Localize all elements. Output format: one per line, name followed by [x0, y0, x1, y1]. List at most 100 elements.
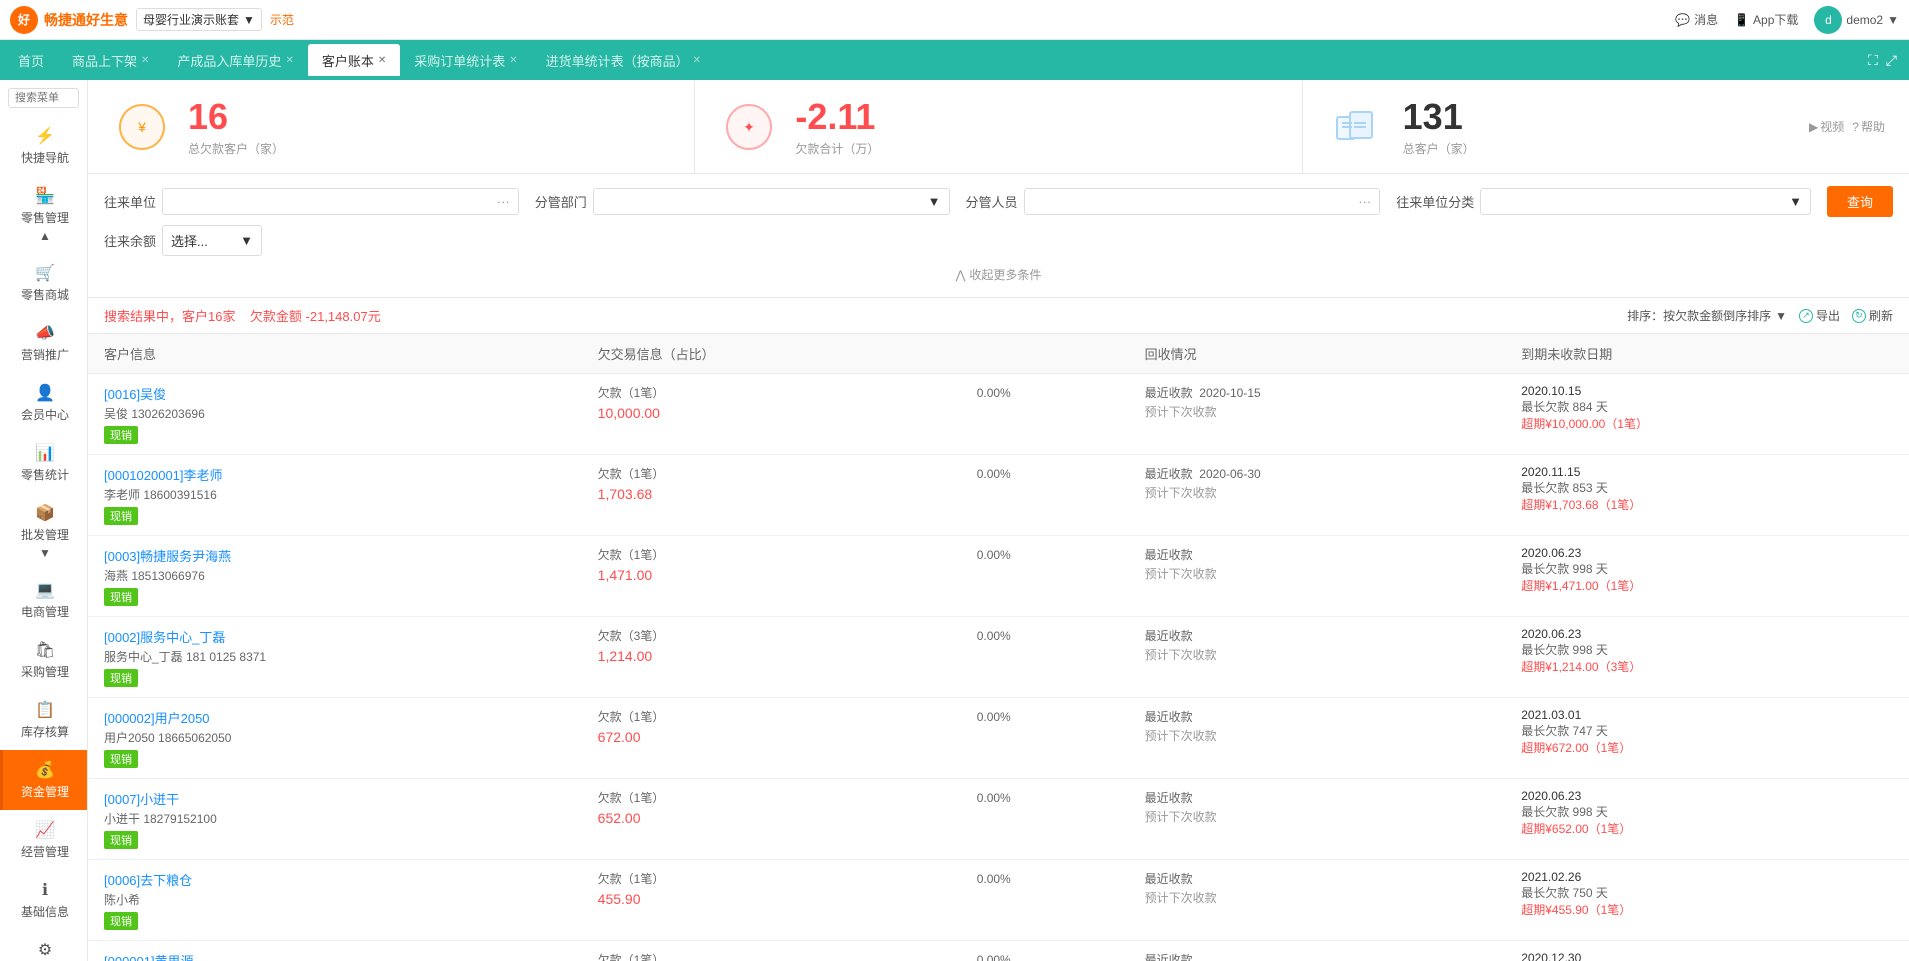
- debt-count-1: 欠款（1笔）: [598, 465, 945, 482]
- customer-name-5[interactable]: [0007]小迸干: [104, 789, 566, 808]
- tab-production-history[interactable]: 产成品入库单历史 ✕: [163, 44, 307, 76]
- customer-phone-4: 用户2050 18665062050: [104, 729, 566, 746]
- video-button[interactable]: ▶ 视频: [1809, 118, 1844, 135]
- debt-amount-1[interactable]: 1,703.68: [598, 486, 945, 502]
- customer-name-0[interactable]: [0016]吴俊: [104, 384, 566, 403]
- sidebar-item-finance[interactable]: 💰 资金管理: [0, 750, 87, 810]
- cell-collection-1: 最近收款 2020-06-30 预计下次收款: [1129, 455, 1506, 536]
- user-dropdown-icon: ▼: [1887, 13, 1899, 27]
- customer-name-3[interactable]: [0002]服务中心_丁磊: [104, 627, 566, 646]
- debt-ratio-4: 0.00%: [977, 710, 1113, 724]
- wholesale-management-icon: 📦: [35, 503, 55, 523]
- overdue-amount-5[interactable]: 超期¥652.00（1笔）: [1521, 820, 1893, 837]
- sidebar-item-ecommerce[interactable]: 💻 电商管理: [0, 570, 87, 630]
- table-container: 客户信息 欠交易信息（占比） 回收情况 到期未收款日期 [0016]吴俊 吴俊 …: [88, 334, 1909, 961]
- customer-name-6[interactable]: [0006]去下粮仓: [104, 870, 566, 889]
- app-label: App下载: [1753, 11, 1798, 28]
- debt-amount-3[interactable]: 1,214.00: [598, 648, 945, 664]
- close-icon[interactable]: ✕: [285, 55, 293, 66]
- overdue-amount-4[interactable]: 超期¥672.00（1笔）: [1521, 739, 1893, 756]
- collapse-button[interactable]: ⋀ 收起更多条件: [104, 264, 1893, 285]
- sort-chevron-icon: ▼: [1775, 309, 1787, 323]
- total-customers-number: 131: [1403, 96, 1793, 138]
- filter-select-dept[interactable]: ▼: [593, 188, 950, 215]
- user-menu[interactable]: d demo2 ▼: [1814, 6, 1899, 34]
- refresh-button[interactable]: ↻ 刷新: [1852, 307, 1893, 324]
- sidebar-item-quick-nav[interactable]: ⚡ 快捷导航: [0, 116, 87, 176]
- store-selector[interactable]: 母婴行业演示账套 ▼: [136, 8, 262, 31]
- tab-purchase-order-stats[interactable]: 采购订单统计表 ✕: [400, 44, 531, 76]
- table-row: [0016]吴俊 吴俊 13026203696 现销 欠款（1笔） 10,000…: [88, 374, 1909, 455]
- sidebar-item-system-management[interactable]: ⚙ 系统管理: [0, 930, 87, 961]
- sort-selector[interactable]: 排序：按欠款金额倒序排序 ▼: [1627, 307, 1787, 324]
- help-button[interactable]: ? 帮助: [1852, 118, 1885, 135]
- overdue-amount-2[interactable]: 超期¥1,471.00（1笔）: [1521, 577, 1893, 594]
- sidebar-item-label: 批发管理: [21, 526, 69, 543]
- debt-total-icon: ✦: [719, 97, 779, 157]
- sidebar-item-purchase-management[interactable]: 🛍 采购管理: [0, 630, 87, 690]
- cell-debt-info-7: 欠款（1笔） 429.00: [582, 941, 961, 961]
- cell-debt-info-6: 欠款（1笔） 455.90: [582, 860, 961, 941]
- sidebar-item-retail-mall[interactable]: 🛒 零售商城: [0, 253, 87, 313]
- tab-home[interactable]: 首页: [4, 44, 58, 76]
- tab-purchase-stats-by-product[interactable]: 进货单统计表（按商品） ✕: [532, 44, 715, 76]
- sidebar-item-wholesale-management[interactable]: 📦 批发管理 ▼: [0, 493, 87, 570]
- cell-debt-info-0: 欠款（1笔） 10,000.00: [582, 374, 961, 455]
- customer-name-2[interactable]: [0003]畅捷服务尹海燕: [104, 546, 566, 565]
- sidebar-item-marketing[interactable]: 📣 营销推广: [0, 313, 87, 373]
- debt-count-7: 欠款（1笔）: [598, 951, 945, 961]
- debt-count-6: 欠款（1笔）: [598, 870, 945, 887]
- filter-input-unit[interactable]: ···: [162, 188, 519, 215]
- top-bar-left: 好 畅捷通好生意 母婴行业演示账套 ▼ 示范: [10, 6, 294, 34]
- sidebar-item-member-center[interactable]: 👤 会员中心: [0, 373, 87, 433]
- filter-input-person[interactable]: ···: [1024, 188, 1381, 215]
- filter-dots-icon-2: ···: [1358, 194, 1371, 209]
- cell-customer-info-3: [0002]服务中心_丁磊 服务中心_丁磊 181 0125 8371 现销: [88, 617, 582, 698]
- sidebar-search-input[interactable]: [8, 88, 79, 108]
- sidebar-item-basic-info[interactable]: ℹ 基础信息: [0, 870, 87, 930]
- total-customers-label: 总客户（家）: [1403, 140, 1793, 157]
- cell-due-date-6: 2021.02.26 最长欠款 750 天 超期¥455.90（1笔）: [1505, 860, 1909, 941]
- debt-amount-4[interactable]: 672.00: [598, 729, 945, 745]
- customer-phone-3: 服务中心_丁磊 181 0125 8371: [104, 648, 566, 665]
- refresh-icon: ↻: [1852, 309, 1866, 323]
- filter-select-balance[interactable]: 选择... ▼: [162, 225, 262, 256]
- overdue-amount-0[interactable]: 超期¥10,000.00（1笔）: [1521, 415, 1893, 432]
- close-icon[interactable]: ✕: [378, 55, 386, 66]
- export-button[interactable]: ↗ 导出: [1799, 307, 1840, 324]
- debt-amount-6[interactable]: 455.90: [598, 891, 945, 907]
- sidebar-item-inventory[interactable]: 📋 库存核算: [0, 690, 87, 750]
- message-button[interactable]: 💬 消息: [1675, 11, 1718, 28]
- tab-expand-icon[interactable]: ⛶: [1868, 52, 1878, 69]
- close-icon[interactable]: ✕: [509, 55, 517, 66]
- close-icon[interactable]: ✕: [141, 55, 149, 66]
- sidebar-item-retail-stats[interactable]: 📊 零售统计: [0, 433, 87, 493]
- sidebar-item-retail-management[interactable]: 🏪 零售管理 ▲: [0, 176, 87, 253]
- query-button[interactable]: 查询: [1827, 186, 1893, 217]
- customer-name-4[interactable]: [000002]用户2050: [104, 708, 566, 727]
- due-date-3: 2020.06.23: [1521, 627, 1893, 641]
- tab-customer-ledger[interactable]: 客户账本 ✕: [308, 44, 400, 76]
- tab-purchase-stats-by-product-label: 进货单统计表（按商品）: [546, 51, 689, 70]
- tab-product-listing[interactable]: 商品上下架 ✕: [58, 44, 163, 76]
- customer-name-7[interactable]: [000001]黄思源: [104, 951, 566, 961]
- svg-text:¥: ¥: [137, 119, 146, 135]
- debt-amount-2[interactable]: 1,471.00: [598, 567, 945, 583]
- debt-amount-0[interactable]: 10,000.00: [598, 405, 945, 421]
- filter-group-category: 往来单位分类 ▼: [1396, 188, 1811, 215]
- sidebar-item-operations[interactable]: 📈 经营管理: [0, 810, 87, 870]
- nav-label[interactable]: 示范: [270, 11, 294, 28]
- close-icon[interactable]: ✕: [693, 55, 701, 66]
- filter-select-category[interactable]: ▼: [1480, 188, 1811, 215]
- overdue-amount-6[interactable]: 超期¥455.90（1笔）: [1521, 901, 1893, 918]
- next-collect-4: 预计下次收款: [1145, 727, 1490, 744]
- debt-customers-info: 16 总欠款客户（家）: [188, 96, 670, 157]
- retail-stats-icon: 📊: [35, 443, 55, 463]
- tab-purchase-order-stats-label: 采购订单统计表: [414, 51, 505, 70]
- debt-amount-5[interactable]: 652.00: [598, 810, 945, 826]
- overdue-amount-1[interactable]: 超期¥1,703.68（1笔）: [1521, 496, 1893, 513]
- tab-fullscreen-icon[interactable]: ⤢: [1886, 52, 1897, 69]
- overdue-amount-3[interactable]: 超期¥1,214.00（3笔）: [1521, 658, 1893, 675]
- app-download-button[interactable]: 📱 App下载: [1734, 11, 1798, 28]
- customer-name-1[interactable]: [0001020001]李老师: [104, 465, 566, 484]
